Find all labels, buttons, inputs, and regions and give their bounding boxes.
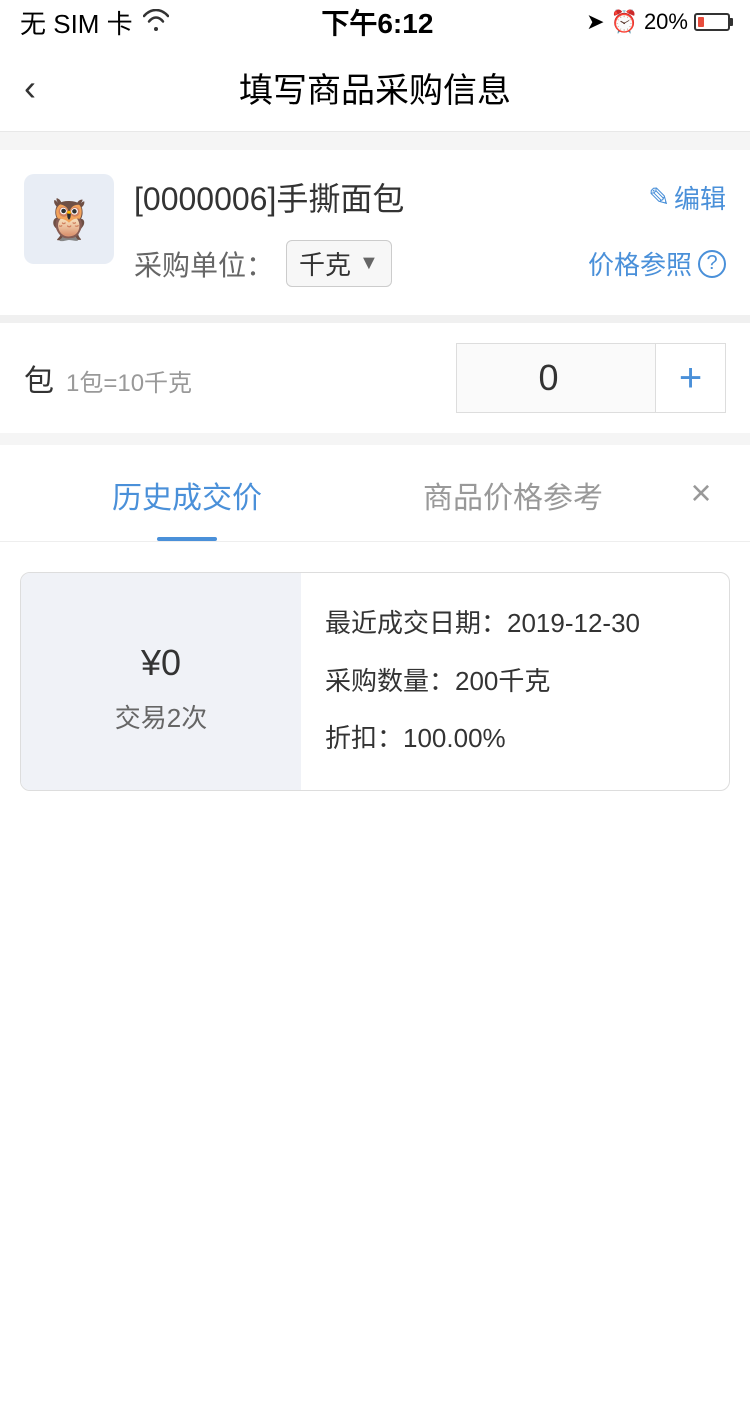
quantity-plus-button[interactable]: + (656, 343, 726, 413)
price-details: 最近成交日期：2019-12-30 采购数量：200千克 折扣：100.00% (301, 573, 729, 790)
wifi-icon (143, 7, 169, 38)
tab-section: 历史成交价 商品价格参考 × ¥0 交易2次 最近成交日期：2019-12-30… (0, 445, 750, 821)
purchase-qty-value: 200千克 (455, 666, 550, 696)
product-name: [0000006]手撕面包 (134, 174, 404, 220)
price-ref-button[interactable]: 价格参照 ? (588, 245, 726, 282)
product-card: 🦉 [0000006]手撕面包 ✎ 编辑 采购单位： 千克 ▼ (0, 150, 750, 315)
quantity-conversion: 1包=10千克 (66, 363, 192, 398)
price-amount: ¥0 (141, 628, 181, 688)
price-summary: ¥0 交易2次 (21, 573, 301, 790)
page-title: 填写商品采购信息 (239, 63, 511, 112)
gps-icon: ➤ (586, 9, 604, 35)
unit-select-dropdown[interactable]: 千克 ▼ (286, 240, 392, 287)
edit-button[interactable]: ✎ 编辑 (648, 179, 726, 216)
discount-label: 折扣： (325, 723, 403, 753)
tab-bar: 历史成交价 商品价格参考 × (0, 445, 750, 542)
status-right: ➤ ⏰ 20% (586, 9, 730, 35)
quantity-row: 包 1包=10千克 + (0, 315, 750, 433)
carrier-text: 无 SIM 卡 (20, 4, 133, 41)
battery-percent: 20% (644, 9, 688, 35)
purchase-qty-label: 采购数量： (325, 666, 455, 696)
recent-date-value: 2019-12-30 (507, 608, 640, 638)
product-info: [0000006]手撕面包 ✎ 编辑 采购单位： 千克 ▼ 价格参照 ? (134, 174, 726, 287)
bottom-blank-area (0, 821, 750, 1421)
currency-symbol: ¥ (141, 642, 161, 683)
battery-icon (694, 13, 730, 31)
tab-close-button[interactable]: × (676, 468, 726, 518)
tab-product-price-ref[interactable]: 商品价格参考 (350, 445, 676, 541)
discount-value: 100.00% (403, 723, 506, 753)
quantity-input[interactable] (456, 343, 656, 413)
status-left: 无 SIM 卡 (20, 4, 169, 41)
product-logo: 🦉 (24, 174, 114, 264)
discount-row: 折扣：100.00% (325, 718, 705, 760)
price-card: ¥0 交易2次 最近成交日期：2019-12-30 采购数量：200千克 折扣：… (20, 572, 730, 791)
tab-historical-price[interactable]: 历史成交价 (24, 445, 350, 541)
nav-bar: ‹ 填写商品采购信息 (0, 44, 750, 132)
brand-logo-icon: 🦉 (44, 196, 94, 243)
recent-date-row: 最近成交日期：2019-12-30 (325, 603, 705, 645)
back-button[interactable]: ‹ (24, 67, 68, 109)
price-value: 0 (161, 642, 181, 683)
status-bar: 无 SIM 卡 下午6:12 ➤ ⏰ 20% (0, 0, 750, 44)
chevron-down-icon: ▼ (359, 252, 379, 275)
recent-date-label: 最近成交日期： (325, 608, 507, 638)
trades-count: 交易2次 (115, 698, 207, 735)
unit-value: 千克 (299, 245, 351, 282)
edit-icon: ✎ (648, 182, 670, 213)
help-icon: ? (698, 250, 726, 278)
time-display: 下午6:12 (321, 2, 433, 42)
alarm-icon: ⏰ (611, 9, 638, 35)
price-ref-label: 价格参照 (588, 245, 692, 282)
purchase-qty-row: 采购数量：200千克 (325, 661, 705, 703)
quantity-unit: 包 (24, 356, 54, 400)
unit-label: 采购单位： (134, 244, 274, 284)
tab-content: ¥0 交易2次 最近成交日期：2019-12-30 采购数量：200千克 折扣：… (0, 542, 750, 821)
